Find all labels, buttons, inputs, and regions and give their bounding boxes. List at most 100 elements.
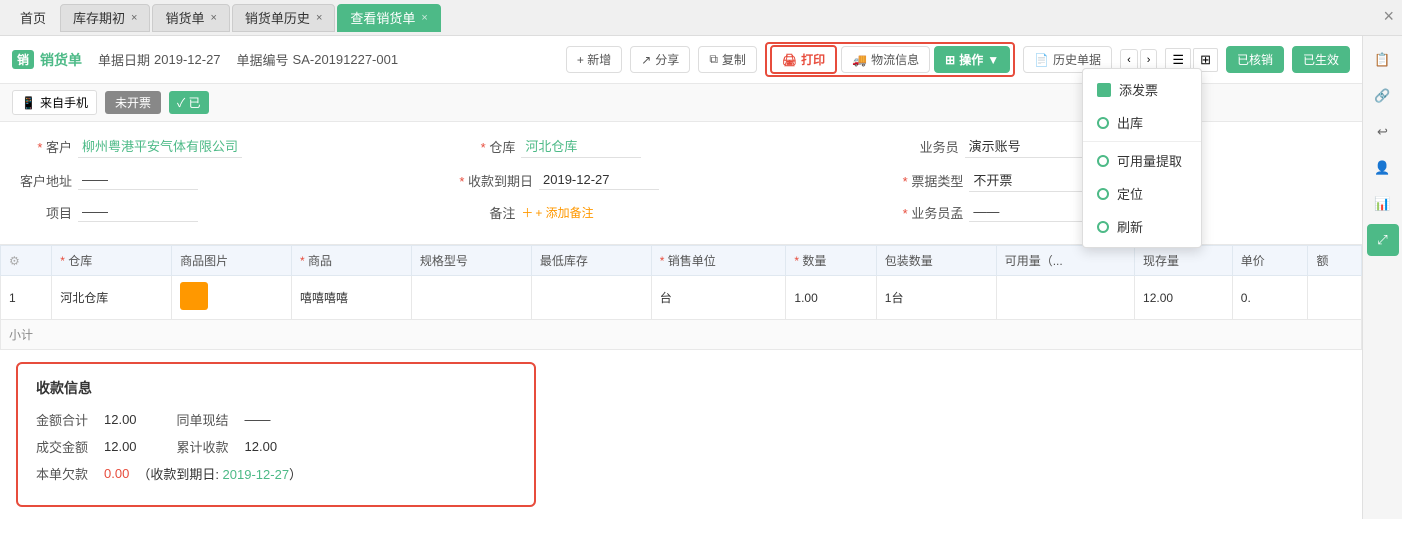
tab-sales-history-label: 销货单历史 (245, 8, 310, 27)
transaction-item: 成交金额 12.00 (36, 437, 137, 456)
dropdown-item-add-invoice[interactable]: 添发票 (1083, 73, 1201, 106)
doc-date-label: 单据日期 (98, 50, 150, 69)
col-min-stock: 最低库存 (531, 246, 651, 276)
ticket-type-label: 票据类型 (903, 171, 964, 190)
same-settlement-value: —— (245, 412, 271, 427)
tab-home[interactable]: 首页 (8, 4, 58, 32)
right-sidebar: 📋 🔗 ↩ 👤 📊 ⤢ (1362, 36, 1402, 519)
staff2-value: —— (969, 202, 1089, 222)
doc-title: 销 销货单 (12, 50, 82, 70)
doc-number-label: 单据编号 (237, 50, 289, 69)
row-num: 1 (1, 276, 52, 320)
address-field: 客户地址 —— (16, 170, 459, 190)
sidebar-icon-5[interactable]: 📊 (1367, 188, 1399, 220)
tab-view-sales[interactable]: 查看销货单 × (337, 4, 440, 32)
row-current-stock: 12.00 (1135, 276, 1233, 320)
address-value: —— (78, 170, 198, 190)
tab-view-sales-label: 查看销货单 (350, 8, 415, 27)
tab-sales-label: 销货单 (165, 8, 204, 27)
total-value: 12.00 (104, 412, 137, 427)
warehouse-value[interactable]: 河北仓库 (521, 134, 641, 158)
tab-sales[interactable]: 销货单 × (152, 4, 229, 32)
dropdown-item-refresh[interactable]: 刷新 (1083, 210, 1201, 243)
toolbar-actions: + 新增 ↗ 分享 ⧉ 复制 🖨 打印 (566, 42, 1350, 77)
plus-icon: ＋ (521, 204, 533, 221)
data-table-wrap: ⚙ * 仓库 商品图片 * 商品 规格型号 最低库存 * 销售单位 * 数量 包… (0, 245, 1362, 350)
staff-label: 业务员 (903, 137, 959, 156)
sidebar-icon-3[interactable]: ↩ (1367, 116, 1399, 148)
row-pack-qty: 1台 (876, 276, 996, 320)
copy-button[interactable]: ⧉ 复制 (698, 46, 757, 73)
add-note-button[interactable]: ＋ + 添加备注 (521, 204, 593, 221)
operate-button[interactable]: ⊞ 操作 ▼ (934, 46, 1010, 73)
current-due-row: 本单欠款 0.00 （收款到期日: 2019-12-27） (36, 464, 302, 483)
col-product-img: 商品图片 (172, 246, 292, 276)
project-label: 项目 (16, 203, 72, 222)
logistics-button[interactable]: 🚚 物流信息 (841, 46, 930, 73)
project-value: —— (78, 202, 198, 222)
add-invoice-label: 添发票 (1119, 80, 1158, 99)
doc-date-value: 2019-12-27 (154, 52, 221, 67)
subtotal-row: 小计 (1, 320, 1362, 350)
doc-icon: 销 (12, 50, 34, 69)
tab-inventory-close[interactable]: × (131, 12, 137, 24)
tab-sales-history-close[interactable]: × (316, 12, 322, 24)
sidebar-icon-2[interactable]: 🔗 (1367, 80, 1399, 112)
not-open-button[interactable]: 未开票 (105, 91, 161, 114)
row-product-img (172, 276, 292, 320)
window-close-button[interactable]: × (1383, 6, 1394, 27)
operate-dropdown-icon: ▼ (987, 53, 999, 67)
customer-value[interactable]: 柳州粤港平安气体有限公司 (78, 134, 242, 158)
print-button[interactable]: 🖨 打印 (770, 45, 837, 74)
print-icon: 🖨 (782, 53, 797, 67)
staff2-label: 业务员孟 (903, 203, 964, 222)
tab-view-sales-close[interactable]: × (421, 12, 427, 24)
sidebar-icon-4[interactable]: 👤 (1367, 152, 1399, 184)
revoked-button[interactable]: 已核销 (1226, 46, 1284, 73)
doc-title-text: 销货单 (40, 50, 82, 70)
effective-button[interactable]: 已生效 (1292, 46, 1350, 73)
share-button[interactable]: ↗ 分享 (630, 46, 690, 73)
check-button[interactable]: ✓ 已 (169, 91, 209, 114)
add-note-label: + 添加备注 (535, 204, 593, 221)
col-unit-price: 单价 (1232, 246, 1308, 276)
sidebar-icon-1[interactable]: 📋 (1367, 44, 1399, 76)
note-field: 备注 ＋ + 添加备注 (459, 203, 902, 222)
col-spec: 规格型号 (411, 246, 531, 276)
dropdown-item-available[interactable]: 可用量提取 (1083, 144, 1201, 177)
dropdown-item-locate[interactable]: 定位 (1083, 177, 1201, 210)
share-icon: ↗ (641, 53, 651, 67)
accumulated-label: 累计收款 (177, 437, 237, 456)
col-warehouse: * 仓库 (52, 246, 172, 276)
copy-icon: ⧉ (709, 52, 718, 67)
payment-row-3: 本单欠款 0.00 （收款到期日: 2019-12-27） (36, 464, 516, 483)
payment-row-1: 金额合计 12.00 同单现结 —— (36, 410, 516, 429)
new-button[interactable]: + 新增 (566, 46, 622, 73)
copy-label: 复制 (722, 51, 746, 68)
project-field: 项目 —— (16, 202, 459, 222)
available-icon (1097, 155, 1109, 167)
doc-date-item: 单据日期 2019-12-27 (98, 50, 221, 69)
accumulated-item: 累计收款 12.00 (177, 437, 278, 456)
dropdown-item-outbound[interactable]: 出库 (1083, 106, 1201, 139)
outbound-icon (1097, 117, 1109, 129)
col-settings[interactable]: ⚙ (1, 246, 52, 276)
operate-icon: ⊞ (945, 53, 955, 67)
tab-sales-close[interactable]: × (210, 12, 216, 24)
history-icon: 📄 (1034, 53, 1049, 67)
row-product: 嘻嘻嘻嘻 (292, 276, 412, 320)
doc-meta: 单据日期 2019-12-27 单据编号 SA-20191227-001 (98, 50, 398, 69)
due-date-label: 收款到期日 (459, 171, 533, 190)
tab-sales-history[interactable]: 销货单历史 × (232, 4, 335, 32)
staff-value: 演示账号 (965, 134, 1085, 158)
col-available: 可用量（... (996, 246, 1134, 276)
tab-inventory[interactable]: 库存期初 × (60, 4, 150, 32)
row-warehouse: 河北仓库 (52, 276, 172, 320)
ticket-type-value: 不开票 (969, 168, 1089, 192)
total-label: 金额合计 (36, 410, 96, 429)
sidebar-icon-6[interactable]: ⤢ (1367, 224, 1399, 256)
accumulated-value: 12.00 (245, 439, 278, 454)
current-due-value: 0.00 (104, 466, 129, 481)
from-phone-button[interactable]: 📱 来自手机 (12, 90, 97, 115)
row-sales-unit: 台 (651, 276, 786, 320)
